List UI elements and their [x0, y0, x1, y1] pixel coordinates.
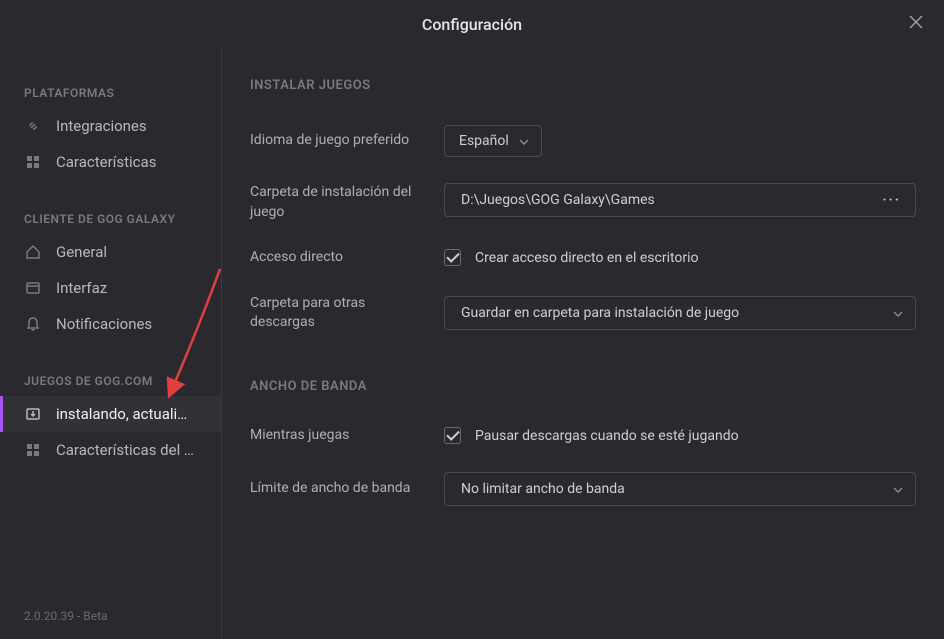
home-icon: [24, 243, 42, 261]
sidebar-item-label: Notificaciones: [56, 315, 152, 333]
sidebar-item-label: instalando, actuali…: [56, 405, 187, 423]
install-folder-label: Carpeta de instalación del juego: [250, 183, 428, 222]
download-icon: [24, 405, 42, 423]
bandwidth-limit-value: No limitar ancho de banda: [461, 481, 625, 497]
bandwidth-limit-label: Límite de ancho de banda: [250, 479, 428, 499]
language-select[interactable]: Español: [444, 125, 542, 157]
content-area: INSTALAR JUEGOS Idioma de juego preferid…: [222, 48, 944, 639]
grid-icon: [24, 441, 42, 459]
while-playing-label: Mientras juegas: [250, 426, 428, 446]
language-label: Idioma de juego preferido: [250, 131, 428, 151]
sidebar-item-label: Integraciones: [56, 117, 147, 135]
chevron-down-icon: [893, 305, 903, 321]
page-title: Configuración: [422, 15, 522, 34]
close-icon: [909, 15, 923, 29]
sidebar-item-integrations[interactable]: Integraciones: [0, 108, 221, 144]
version-label: 2.0.20.39 - Beta: [0, 593, 221, 639]
sidebar-item-label: Interfaz: [56, 279, 107, 297]
shortcut-checkbox-label: Crear acceso directo en el escritorio: [475, 250, 699, 266]
sidebar-section-platforms: PLATAFORMAS: [0, 78, 221, 108]
sidebar: PLATAFORMAS Integraciones Característica…: [0, 48, 222, 639]
sidebar-item-label: Características del …: [56, 441, 194, 459]
other-downloads-value: Guardar en carpeta para instalación de j…: [461, 305, 739, 321]
window-icon: [24, 279, 42, 297]
shortcut-checkbox[interactable]: [444, 249, 461, 266]
chevron-down-icon: [519, 133, 529, 149]
other-downloads-label: Carpeta para otras descargas: [250, 294, 428, 333]
chevron-down-icon: [893, 481, 903, 497]
sidebar-section-gog-games: JUEGOS DE GOG.COM: [0, 366, 221, 396]
sidebar-item-label: General: [56, 243, 107, 261]
shortcut-label: Acceso directo: [250, 248, 428, 268]
section-title-bandwidth: ANCHO DE BANDA: [250, 379, 916, 394]
section-title-install: INSTALAR JUEGOS: [250, 78, 916, 93]
sidebar-item-interface[interactable]: Interfaz: [0, 270, 221, 306]
sidebar-item-notifications[interactable]: Notificaciones: [0, 306, 221, 342]
link-icon: [24, 117, 42, 135]
language-value: Español: [459, 133, 509, 149]
sidebar-item-label: Características: [56, 153, 156, 171]
sidebar-item-installing[interactable]: instalando, actuali…: [0, 396, 221, 432]
install-folder-field[interactable]: D:\Juegos\GOG Galaxy\Games ···: [444, 183, 916, 217]
header: Configuración: [0, 0, 944, 48]
sidebar-item-features[interactable]: Características: [0, 144, 221, 180]
other-downloads-select[interactable]: Guardar en carpeta para instalación de j…: [444, 296, 916, 330]
bell-icon: [24, 315, 42, 333]
sidebar-item-game-features[interactable]: Características del …: [0, 432, 221, 468]
pause-downloads-label: Pausar descargas cuando se esté jugando: [475, 428, 739, 444]
pause-downloads-checkbox[interactable]: [444, 427, 461, 444]
close-button[interactable]: [906, 12, 926, 32]
sidebar-section-client: CLIENTE DE GOG GALAXY: [0, 204, 221, 234]
install-folder-value: D:\Juegos\GOG Galaxy\Games: [461, 192, 655, 208]
grid-icon: [24, 153, 42, 171]
more-icon[interactable]: ···: [882, 192, 901, 208]
sidebar-item-general[interactable]: General: [0, 234, 221, 270]
bandwidth-limit-select[interactable]: No limitar ancho de banda: [444, 472, 916, 506]
